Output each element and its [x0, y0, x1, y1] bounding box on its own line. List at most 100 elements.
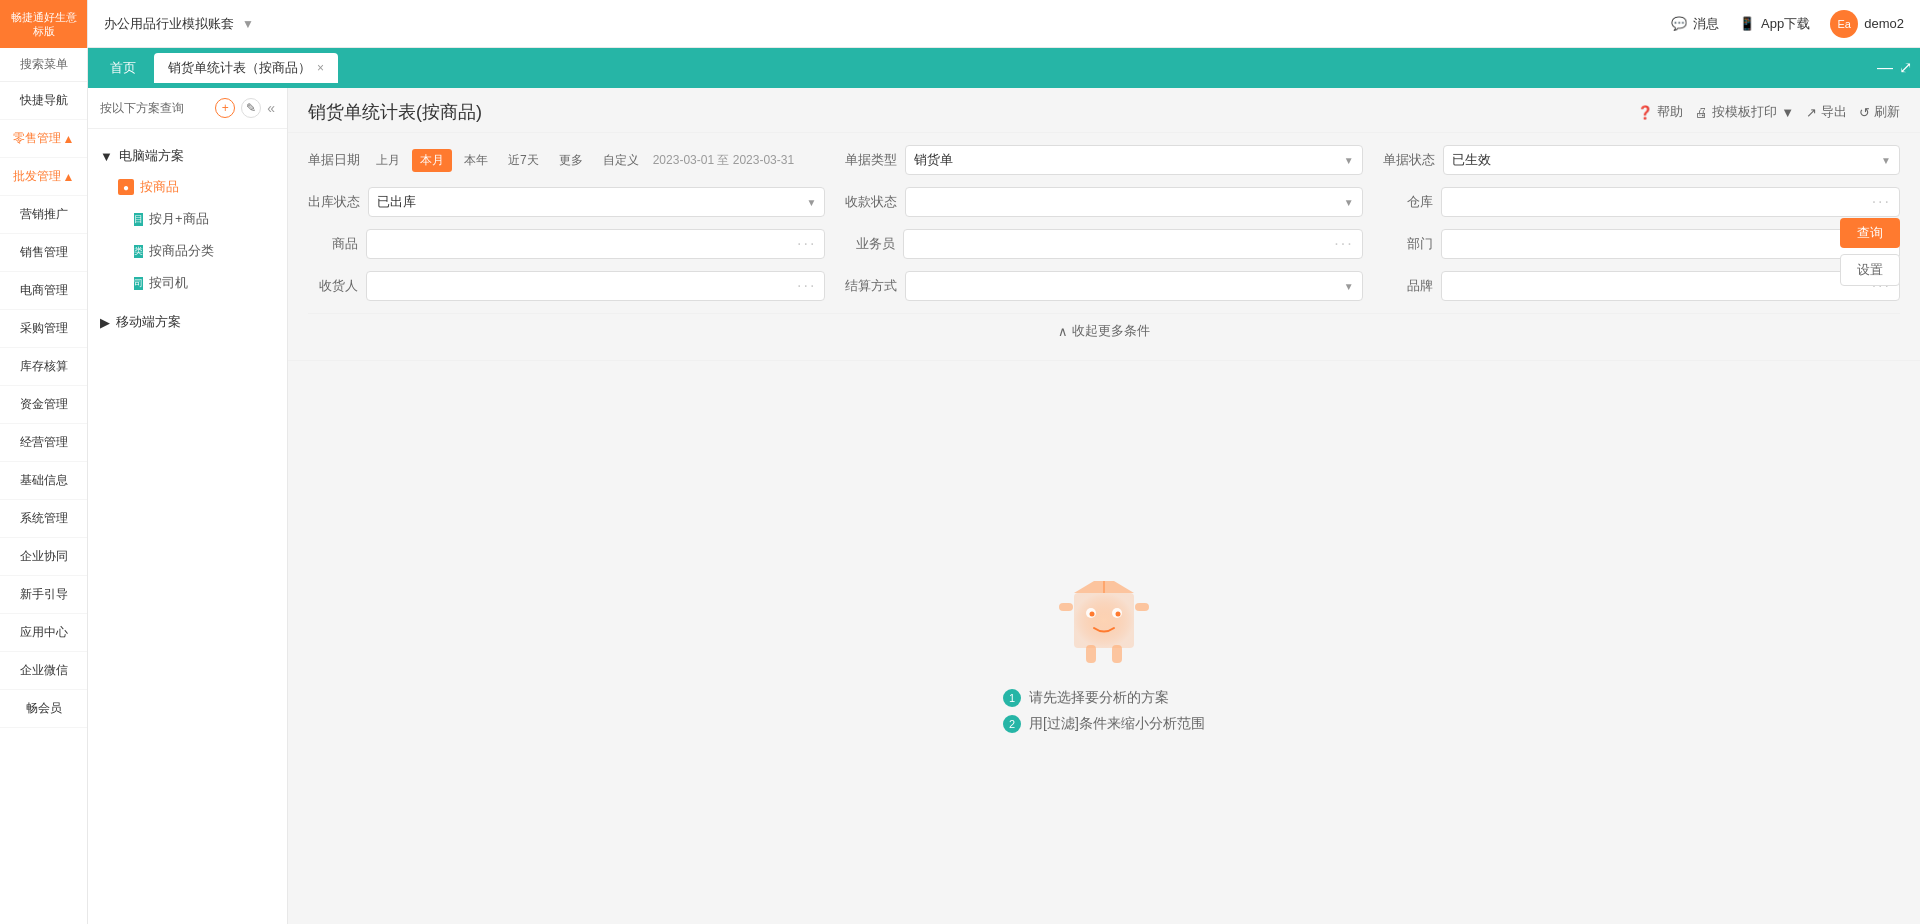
app-download-button[interactable]: 📱 App下载 [1739, 15, 1810, 33]
user-avatar-button[interactable]: Ea demo2 [1830, 10, 1904, 38]
template-print-button[interactable]: 🖨 按模板打印 ▼ [1695, 103, 1794, 121]
svg-rect-6 [1059, 603, 1073, 611]
sidebar-item-qiyeweixin[interactable]: 企业微信 [0, 652, 87, 690]
help-button[interactable]: ❓ 帮助 [1637, 103, 1683, 121]
edit-scheme-button[interactable]: ✎ [241, 98, 261, 118]
tip-1-text: 请先选择要分析的方案 [1029, 689, 1169, 707]
avatar: Ea [1830, 10, 1858, 38]
settle-input[interactable]: ▼ [905, 271, 1362, 301]
collect-dropdown-icon: ▼ [1344, 197, 1354, 208]
collect-status-input[interactable]: ▼ [905, 187, 1362, 217]
sidebar-item-kuaijie[interactable]: 快捷导航 [0, 82, 87, 120]
dropdown-arrow-icon[interactable]: ▼ [242, 17, 254, 31]
app-icon: 📱 [1739, 16, 1755, 31]
date-tab-custom[interactable]: 自定义 [595, 149, 647, 172]
sidebar-item-jichu[interactable]: 基础信息 [0, 462, 87, 500]
chevron-up-icon: ▲ [63, 132, 75, 146]
svg-rect-9 [1112, 645, 1122, 663]
date-tab-this-month[interactable]: 本月 [412, 149, 452, 172]
tree-item-by-driver[interactable]: 司 按司机 [88, 267, 287, 299]
sidebar-item-kucun[interactable]: 库存核算 [0, 348, 87, 386]
doc-type-input[interactable]: 销货单 ▼ [905, 145, 1362, 175]
sidebar-item-xinshou[interactable]: 新手引导 [0, 576, 87, 614]
chevron-up-icon: ▲ [63, 170, 75, 184]
sidebar-item-yingyong[interactable]: 应用中心 [0, 614, 87, 652]
doc-type-value: 销货单 [914, 151, 953, 169]
sidebar-item-label: 资金管理 [20, 396, 68, 413]
warehouse-input[interactable]: ··· [1441, 187, 1900, 217]
sidebar-item-label: 销售管理 [20, 244, 68, 261]
tab-minimize-icon[interactable]: — [1877, 60, 1893, 76]
help-icon: ❓ [1637, 105, 1653, 120]
tab-active[interactable]: 销货单统计表（按商品） × [154, 53, 338, 83]
collapse-panel-button[interactable]: « [267, 100, 275, 116]
settings-button[interactable]: 设置 [1840, 254, 1900, 286]
sidebar-item-label: 批发管理 [13, 168, 61, 185]
sidebar-item-lingshou[interactable]: 零售管理 ▲ [0, 120, 87, 158]
doc-status-label: 单据状态 [1383, 151, 1435, 169]
filter-main-wrapper: 销货单统计表(按商品) ❓ 帮助 🖨 按模板打印 ▼ ↗ 导出 [288, 88, 1920, 924]
avatar-initials: Ea [1838, 18, 1851, 30]
month-goods-icon: 目 [134, 213, 143, 226]
tab-active-label: 销货单统计表（按商品） [168, 59, 311, 77]
sidebar-item-pifa[interactable]: 批发管理 ▲ [0, 158, 87, 196]
goods-input[interactable]: ··· [366, 229, 825, 259]
receiver-input[interactable]: ··· [366, 271, 825, 301]
date-tab-this-year[interactable]: 本年 [456, 149, 496, 172]
refresh-icon: ↺ [1859, 105, 1870, 120]
date-tab-more[interactable]: 更多 [551, 149, 591, 172]
doc-status-input[interactable]: 已生效 ▼ [1443, 145, 1900, 175]
out-status-input[interactable]: 已出库 ▼ [368, 187, 825, 217]
date-tabs: 上月 本月 本年 近7天 更多 自定义 [368, 149, 647, 172]
svg-point-5 [1116, 611, 1121, 616]
sidebar-item-jingying[interactable]: 经营管理 [0, 424, 87, 462]
salesman-input[interactable]: ··· [903, 229, 1362, 259]
tab-home[interactable]: 首页 [96, 53, 150, 83]
filter-row-1: 单据日期 上月 本月 本年 近7天 更多 自定义 2023-03-01 至 20… [308, 145, 1900, 175]
refresh-button[interactable]: ↺ 刷新 [1859, 103, 1900, 121]
collapse-conditions-button[interactable]: ∧ 收起更多条件 [1058, 322, 1150, 340]
sidebar-item-label: 企业微信 [20, 662, 68, 679]
settle-field: 结算方式 ▼ [845, 271, 1362, 301]
brand-input[interactable]: ··· [1441, 271, 1900, 301]
date-label: 单据日期 [308, 151, 360, 169]
tree-item-goods-category[interactable]: 类 按商品分类 [88, 235, 287, 267]
doc-status-field: 单据状态 已生效 ▼ [1383, 145, 1900, 175]
tab-close-icon[interactable]: × [317, 61, 324, 75]
sidebar-item-qiye[interactable]: 企业协同 [0, 538, 87, 576]
edit-icon: ✎ [246, 101, 256, 115]
search-menu[interactable]: 搜索菜单 [0, 48, 87, 82]
tree-group-pc-header[interactable]: ▼ 电脑端方案 [88, 141, 287, 171]
tab-maximize-icon[interactable]: ⤢ [1899, 60, 1912, 76]
sidebar-item-changhui[interactable]: 畅会员 [0, 690, 87, 728]
tab-controls: — ⤢ [1877, 60, 1912, 76]
tree-item-by-goods[interactable]: ● 按商品 [88, 171, 287, 203]
salesman-field: 业务员 ··· [845, 229, 1362, 259]
query-button[interactable]: 查询 [1840, 218, 1900, 248]
sidebar-item-dianshang[interactable]: 电商管理 [0, 272, 87, 310]
empty-tips: 1 请先选择要分析的方案 2 用[过滤]条件来缩小分析范围 [1003, 689, 1205, 733]
topbar: 办公用品行业模拟账套 ▼ 💬 消息 📱 App下载 Ea demo2 [88, 0, 1920, 48]
sidebar-item-xiaoshou[interactable]: 销售管理 [0, 234, 87, 272]
department-input[interactable]: ▼ [1441, 229, 1900, 259]
sidebar-item-label: 经营管理 [20, 434, 68, 451]
goods-field: 商品 ··· [308, 229, 825, 259]
tree-group-mobile-header[interactable]: ▶ 移动端方案 [88, 307, 287, 337]
tree-item-month-goods[interactable]: 目 按月+商品 [88, 203, 287, 235]
empty-tip-1: 1 请先选择要分析的方案 [1003, 689, 1205, 707]
help-label: 帮助 [1657, 103, 1683, 121]
message-button[interactable]: 💬 消息 [1671, 15, 1719, 33]
brand-field: 品牌 ··· [1383, 271, 1900, 301]
sidebar-item-xitong[interactable]: 系统管理 [0, 500, 87, 538]
tabbar: 首页 销货单统计表（按商品） × — ⤢ [88, 48, 1920, 88]
add-scheme-button[interactable]: + [215, 98, 235, 118]
sidebar-item-zijin[interactable]: 资金管理 [0, 386, 87, 424]
export-button[interactable]: ↗ 导出 [1806, 103, 1847, 121]
collect-status-label: 收款状态 [845, 193, 897, 211]
sidebar-item-label: 系统管理 [20, 510, 68, 527]
sidebar-item-caigou[interactable]: 采购管理 [0, 310, 87, 348]
date-tab-last-month[interactable]: 上月 [368, 149, 408, 172]
sidebar-item-yingxiao[interactable]: 营销推广 [0, 196, 87, 234]
warehouse-label: 仓库 [1383, 193, 1433, 211]
date-tab-7days[interactable]: 近7天 [500, 149, 547, 172]
